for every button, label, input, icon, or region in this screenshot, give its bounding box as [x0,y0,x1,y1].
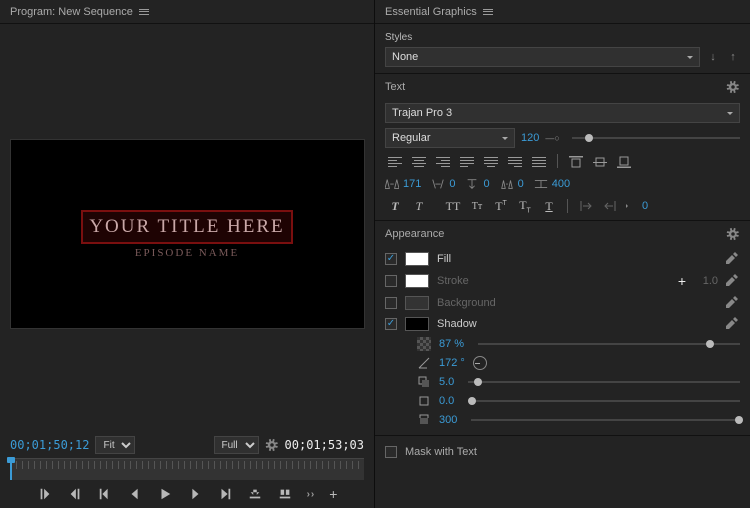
styles-section-label: Styles [375,24,750,47]
shadow-opacity-value[interactable]: 87 % [439,338,464,350]
shadow-label: Shadow [437,318,718,330]
zoom-select[interactable]: Fit [95,436,135,454]
video-canvas: YOUR TITLE HERE EPISODE NAME [10,139,365,329]
fill-label: Fill [437,253,718,265]
faux-italic-button[interactable]: T [409,199,429,214]
step-back-button[interactable] [127,486,143,502]
shadow-blur-slider[interactable] [471,419,740,421]
font-family-dropdown[interactable]: Trajan Pro 3 [385,103,740,123]
eg-panel-title: Essential Graphics [385,6,477,18]
justify-last-center-button[interactable] [481,154,501,170]
push-style-down-icon[interactable]: ↓ [706,50,720,64]
subscript-button[interactable]: TT [515,198,535,214]
kerning-control[interactable]: 0 [431,178,455,190]
justify-all-button[interactable] [529,154,549,170]
justify-last-right-button[interactable] [505,154,525,170]
background-color-swatch[interactable] [405,296,429,310]
shadow-size-icon [417,394,431,408]
leading-control[interactable]: 400 [534,178,570,190]
shadow-opacity-icon [417,337,431,351]
shadow-distance-icon [417,375,431,389]
align-center-button[interactable] [409,154,429,170]
shadow-angle-value[interactable]: 172 ° [439,357,465,369]
text-settings-icon[interactable] [726,80,740,94]
small-caps-button[interactable]: Tᴛ [467,201,487,212]
indent-control[interactable]: 0 [624,200,648,212]
shadow-eyedropper-icon[interactable] [726,317,740,331]
baseline-shift-control[interactable]: 0 [465,178,489,190]
time-ruler[interactable] [10,458,364,480]
justify-last-left-button[interactable] [457,154,477,170]
background-label: Background [437,297,718,309]
shadow-angle-icon [417,356,431,370]
stroke-label: Stroke [437,275,670,287]
current-timecode[interactable]: 00;01;50;12 [10,438,89,452]
font-size-slider[interactable] [572,137,740,139]
go-to-out-button[interactable] [217,486,233,502]
shadow-color-swatch[interactable] [405,317,429,331]
shadow-checkbox[interactable] [385,318,397,330]
shadow-size-slider[interactable] [468,400,740,402]
fill-eyedropper-icon[interactable] [726,252,740,266]
program-panel-title: Program: New Sequence [10,6,133,18]
tab-ltr-icon[interactable] [576,198,596,214]
faux-bold-button[interactable]: T [385,199,405,214]
title-text[interactable]: YOUR TITLE HERE [89,216,284,238]
shadow-distance-value[interactable]: 5.0 [439,376,454,388]
push-style-up-icon[interactable]: ↑ [726,50,740,64]
background-checkbox[interactable] [385,297,397,309]
extract-button[interactable] [277,486,293,502]
shadow-blur-value[interactable]: 300 [439,414,457,426]
font-size-value[interactable]: 120 [521,132,539,144]
text-section-label: Text [385,81,405,93]
stroke-checkbox[interactable] [385,275,397,287]
text-align-bottom-button[interactable] [614,154,634,170]
go-to-in-button[interactable] [97,486,113,502]
appearance-settings-icon[interactable] [726,227,740,241]
subtitle-text[interactable]: EPISODE NAME [135,247,239,259]
shadow-opacity-slider[interactable] [478,343,740,345]
eg-panel-menu-icon[interactable] [483,9,493,15]
stroke-width-value[interactable]: 1.0 [694,275,718,287]
stroke-eyedropper-icon[interactable] [726,274,740,288]
tracking-control[interactable]: 171 [385,178,421,190]
background-eyedropper-icon[interactable] [726,296,740,310]
align-left-button[interactable] [385,154,405,170]
underline-button[interactable]: T [539,199,559,214]
shadow-blur-icon [417,413,431,427]
font-weight-dropdown[interactable]: Regular [385,128,515,148]
text-align-middle-button[interactable] [590,154,610,170]
settings-icon[interactable] [265,438,279,452]
lift-button[interactable] [247,486,263,502]
tsume-control[interactable]: 0 [500,178,524,190]
program-panel-menu-icon[interactable] [139,9,149,15]
title-selection-box[interactable]: YOUR TITLE HERE [81,210,292,244]
shadow-distance-slider[interactable] [468,381,740,383]
align-right-button[interactable] [433,154,453,170]
total-timecode: 00;01;53;03 [285,438,364,452]
shadow-angle-dial[interactable] [473,356,487,370]
styles-dropdown[interactable]: None [385,47,700,67]
program-monitor[interactable]: YOUR TITLE HERE EPISODE NAME [0,24,374,432]
mask-with-text-label: Mask with Text [405,446,477,458]
quality-select[interactable]: Full [214,436,259,454]
mask-with-text-checkbox[interactable] [385,446,397,458]
step-forward-button[interactable] [187,486,203,502]
mark-in-button[interactable] [37,486,53,502]
mark-out-button[interactable] [67,486,83,502]
playhead[interactable] [10,459,12,480]
transport-more-icon[interactable]: ›› [307,489,316,500]
shadow-size-value[interactable]: 0.0 [439,395,454,407]
fill-checkbox[interactable] [385,253,397,265]
all-caps-button[interactable]: TT [443,199,463,214]
play-button[interactable] [157,486,173,502]
appearance-section-label: Appearance [385,228,444,240]
text-align-top-button[interactable] [566,154,586,170]
tab-rtl-icon[interactable] [600,198,620,214]
superscript-button[interactable]: TT [491,199,511,214]
stroke-color-swatch[interactable] [405,274,429,288]
add-marker-button[interactable]: + [329,486,337,502]
fill-color-swatch[interactable] [405,252,429,266]
add-stroke-button[interactable]: + [678,273,686,289]
